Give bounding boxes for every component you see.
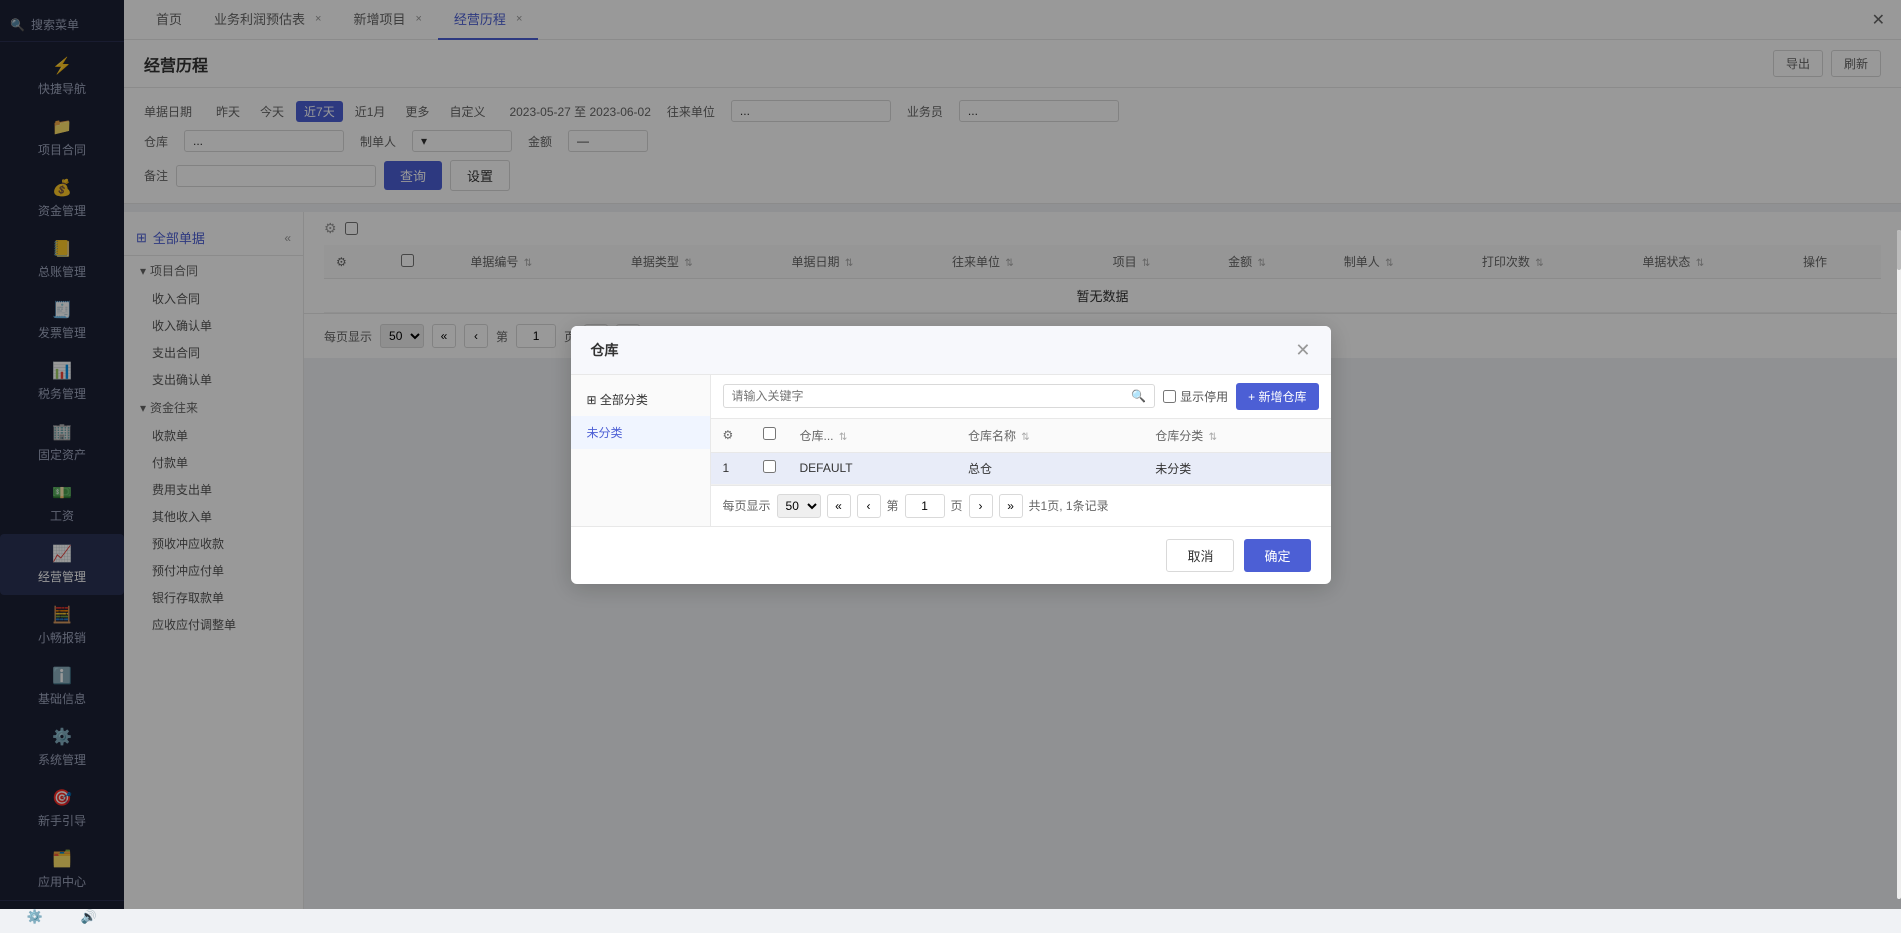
modal-prev-page[interactable]: ‹ [857,494,881,518]
warehouse-modal: 仓库 ✕ ⊞ 全部分类 未分类 [571,326,1331,584]
modal-title: 仓库 [591,340,619,360]
modal-page-label: 第 [887,497,899,514]
modal-toolbar: 🔍 显示停用 + 新增仓库 [711,375,1331,419]
modal-row-checkbox [751,452,788,484]
modal-row-name: 总仓 [956,452,1143,484]
modal-table: ⚙ 仓库... ⇅ 仓库名称 ⇅ 仓库分类 ⇅ 1 DEFA [711,419,1331,485]
modal-total-label: 共1页, 1条记录 [1029,497,1109,514]
volume-icon[interactable]: 🔊 [81,909,97,925]
grid-icon-modal: ⊞ [587,393,600,407]
modal-col-check [751,419,788,453]
modal-category-all[interactable]: ⊞ 全部分类 [571,383,710,416]
modal-row-index: 1 [711,452,751,484]
modal-next-page[interactable]: › [969,494,993,518]
modal-page-input[interactable] [905,494,945,518]
modal-pagination: 每页显示 50 « ‹ 第 页 › » 共1页, 1条记录 [711,485,1331,526]
modal-body: ⊞ 全部分类 未分类 🔍 [571,375,1331,526]
modal-table-row[interactable]: 1 DEFAULT 总仓 未分类 [711,452,1331,484]
show-disabled-label[interactable]: 显示停用 [1163,388,1228,405]
modal-search-input[interactable] [732,389,1128,403]
modal-overlay: 仓库 ✕ ⊞ 全部分类 未分类 [0,0,1901,909]
modal-left-panel: ⊞ 全部分类 未分类 [571,375,711,526]
modal-last-page[interactable]: » [999,494,1023,518]
settings-icon[interactable]: ⚙️ [27,909,43,925]
modal-col-name[interactable]: 仓库名称 ⇅ [956,419,1143,453]
modal-row-category: 未分类 [1143,452,1330,484]
add-warehouse-btn[interactable]: + 新增仓库 [1236,383,1318,410]
modal-row-check[interactable] [763,460,776,473]
modal-first-page[interactable]: « [827,494,851,518]
modal-table-area: ⚙ 仓库... ⇅ 仓库名称 ⇅ 仓库分类 ⇅ 1 DEFA [711,419,1331,485]
show-disabled-checkbox[interactable] [1163,390,1176,403]
modal-row-code: DEFAULT [788,452,956,484]
modal-right-panel: 🔍 显示停用 + 新增仓库 ⚙ [711,375,1331,526]
modal-col-gear: ⚙ [711,419,751,453]
modal-footer: 取消 确定 [571,526,1331,584]
modal-col-code[interactable]: 仓库... ⇅ [788,419,956,453]
cancel-button[interactable]: 取消 [1166,539,1234,572]
modal-per-page-label: 每页显示 [723,497,771,514]
modal-header: 仓库 ✕ [571,326,1331,375]
modal-per-page-select[interactable]: 50 [777,494,821,518]
modal-col-category[interactable]: 仓库分类 ⇅ [1143,419,1330,453]
modal-search-icon[interactable]: 🔍 [1131,389,1146,403]
modal-select-all[interactable] [763,427,776,440]
modal-search-box[interactable]: 🔍 [723,384,1156,408]
modal-close-btn[interactable]: ✕ [1295,341,1310,359]
modal-page-label2: 页 [951,497,963,514]
modal-category-uncategorized[interactable]: 未分类 [571,416,710,449]
confirm-button[interactable]: 确定 [1244,539,1310,572]
